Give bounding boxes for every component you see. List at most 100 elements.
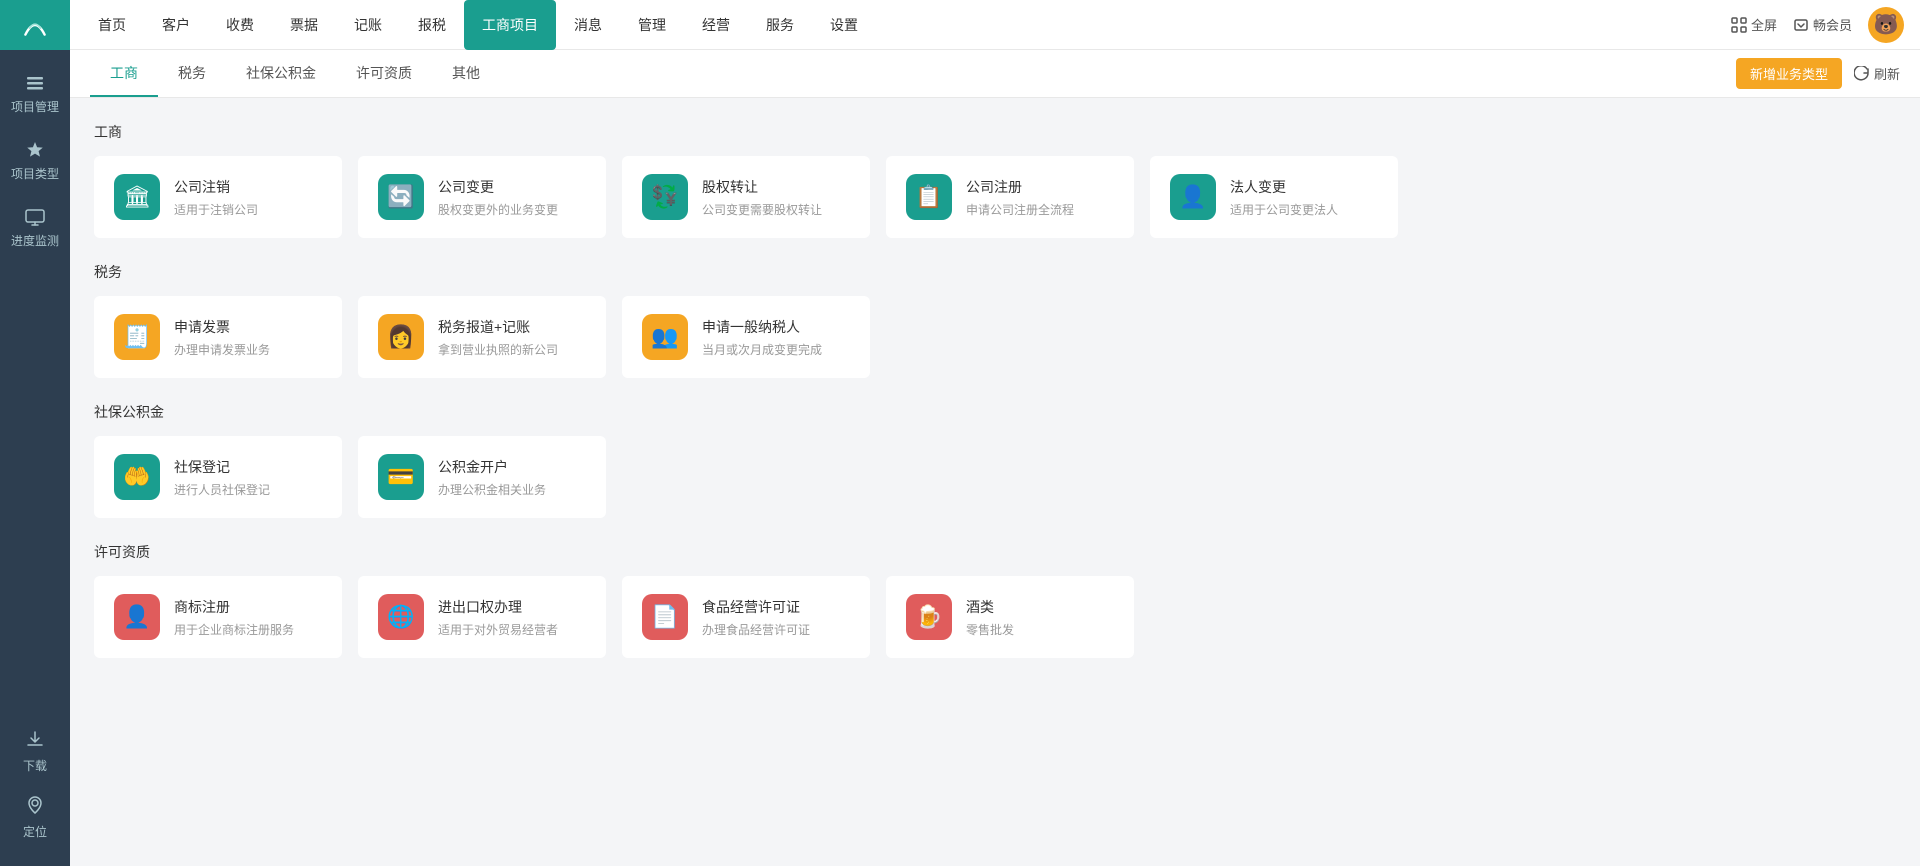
card-公积金开户[interactable]: 💳 公积金开户 办理公积金相关业务 <box>358 436 606 518</box>
nav-item-收费[interactable]: 收费 <box>208 0 272 50</box>
card-title: 公积金开户 <box>438 457 546 477</box>
tab-工商[interactable]: 工商 <box>90 50 158 97</box>
nav-item-票据[interactable]: 票据 <box>272 0 336 50</box>
nav-item-服务[interactable]: 服务 <box>748 0 812 50</box>
card-申请一般纳税人[interactable]: 👥 申请一般纳税人 当月或次月成变更完成 <box>622 296 870 378</box>
card-desc: 当月或次月成变更完成 <box>702 341 822 358</box>
card-title: 商标注册 <box>174 597 294 617</box>
card-公司注销[interactable]: 🏛 公司注销 适用于注销公司 <box>94 156 342 238</box>
top-nav: 首页客户收费票据记账报税工商项目消息管理经营服务设置 全屏 畅会员 🐻 <box>0 0 1920 50</box>
card-desc: 申请公司注册全流程 <box>966 201 1074 218</box>
card-申请发票[interactable]: 🧾 申请发票 办理申请发票业务 <box>94 296 342 378</box>
section-title-税务: 税务 <box>94 262 1896 282</box>
card-title: 申请发票 <box>174 317 270 337</box>
nav-item-首页[interactable]: 首页 <box>80 0 144 50</box>
card-icon: 🔄 <box>378 174 424 220</box>
card-icon: 💳 <box>378 454 424 500</box>
section-title-社保公积金: 社保公积金 <box>94 402 1896 422</box>
card-商标注册[interactable]: 👤 商标注册 用于企业商标注册服务 <box>94 576 342 658</box>
nav-item-报税[interactable]: 报税 <box>400 0 464 50</box>
nav-item-经营[interactable]: 经营 <box>684 0 748 50</box>
location-icon <box>24 794 46 819</box>
refresh-label: 刷新 <box>1874 64 1900 83</box>
card-法人变更[interactable]: 👤 法人变更 适用于公司变更法人 <box>1150 156 1398 238</box>
card-icon: 👥 <box>642 314 688 360</box>
content-area: 工商税务社保公积金许可资质其他 新增业务类型 刷新 工商 🏛 公司注销 适用于注… <box>70 50 1920 866</box>
card-icon: 🏛 <box>114 174 160 220</box>
fullscreen-label: 全屏 <box>1751 15 1777 34</box>
card-title: 社保登记 <box>174 457 270 477</box>
card-进出口权办理[interactable]: 🌐 进出口权办理 适用于对外贸易经营者 <box>358 576 606 658</box>
card-desc: 办理食品经营许可证 <box>702 621 810 638</box>
nav-items: 首页客户收费票据记账报税工商项目消息管理经营服务设置 <box>70 0 1731 50</box>
sidebar-item-进度监测[interactable]: 进度监测 <box>0 194 70 261</box>
refresh-button[interactable]: 刷新 <box>1854 64 1900 83</box>
section-title-工商: 工商 <box>94 122 1896 142</box>
nav-item-客户[interactable]: 客户 <box>144 0 208 50</box>
card-公司注册[interactable]: 📋 公司注册 申请公司注册全流程 <box>886 156 1134 238</box>
card-desc: 股权变更外的业务变更 <box>438 201 558 218</box>
nav-item-工商项目[interactable]: 工商项目 <box>464 0 556 50</box>
sidebar-bottom-item-定位[interactable]: 定位 <box>0 784 70 850</box>
sidebar-bottom-item-下载[interactable]: 下载 <box>0 718 70 784</box>
scroll-area[interactable]: 工商 🏛 公司注销 适用于注销公司 🔄 公司变更 股权变更外的业务变更 💱 股权… <box>70 98 1920 866</box>
cards-grid-工商: 🏛 公司注销 适用于注销公司 🔄 公司变更 股权变更外的业务变更 💱 股权转让 … <box>94 156 1896 238</box>
cards-grid-许可资质: 👤 商标注册 用于企业商标注册服务 🌐 进出口权办理 适用于对外贸易经营者 📄 … <box>94 576 1896 658</box>
card-税务报道+记账[interactable]: 👩 税务报道+记账 拿到营业执照的新公司 <box>358 296 606 378</box>
card-desc: 适用于公司变更法人 <box>1230 201 1338 218</box>
card-title: 股权转让 <box>702 177 822 197</box>
list-icon <box>24 72 46 94</box>
card-desc: 拿到营业执照的新公司 <box>438 341 558 358</box>
sidebar-label: 进度监测 <box>11 232 59 249</box>
card-股权转让[interactable]: 💱 股权转让 公司变更需要股权转让 <box>622 156 870 238</box>
tab-bar-right: 新增业务类型 刷新 <box>1736 58 1900 89</box>
card-title: 法人变更 <box>1230 177 1338 197</box>
fullscreen-button[interactable]: 全屏 <box>1731 15 1777 34</box>
card-食品经营许可证[interactable]: 📄 食品经营许可证 办理食品经营许可证 <box>622 576 870 658</box>
card-desc: 办理公积金相关业务 <box>438 481 546 498</box>
card-desc: 零售批发 <box>966 621 1014 638</box>
star-icon <box>24 139 46 161</box>
tab-许可资质[interactable]: 许可资质 <box>336 50 432 97</box>
sidebar-item-项目类型[interactable]: 项目类型 <box>0 127 70 194</box>
logo[interactable] <box>0 0 70 50</box>
card-title: 申请一般纳税人 <box>702 317 822 337</box>
add-business-type-button[interactable]: 新增业务类型 <box>1736 58 1842 89</box>
card-icon: 👤 <box>114 594 160 640</box>
card-desc: 用于企业商标注册服务 <box>174 621 294 638</box>
sidebar-label: 项目管理 <box>11 98 59 115</box>
card-desc: 办理申请发票业务 <box>174 341 270 358</box>
card-title: 公司注册 <box>966 177 1074 197</box>
nav-item-设置[interactable]: 设置 <box>812 0 876 50</box>
card-title: 食品经营许可证 <box>702 597 810 617</box>
download-icon <box>24 728 46 753</box>
tab-税务[interactable]: 税务 <box>158 50 226 97</box>
tab-其他[interactable]: 其他 <box>432 50 500 97</box>
sidebar-label: 项目类型 <box>11 165 59 182</box>
nav-item-消息[interactable]: 消息 <box>556 0 620 50</box>
nav-item-记账[interactable]: 记账 <box>336 0 400 50</box>
nav-item-管理[interactable]: 管理 <box>620 0 684 50</box>
sidebar: 项目管理项目类型进度监测下载定位 <box>0 50 70 866</box>
card-title: 进出口权办理 <box>438 597 558 617</box>
member-label: 畅会员 <box>1813 15 1852 34</box>
section-title-许可资质: 许可资质 <box>94 542 1896 562</box>
monitor-icon <box>24 206 46 228</box>
tab-bar-left: 工商税务社保公积金许可资质其他 <box>90 50 500 97</box>
card-icon: 🧾 <box>114 314 160 360</box>
tab-社保公积金[interactable]: 社保公积金 <box>226 50 336 97</box>
card-title: 酒类 <box>966 597 1014 617</box>
card-desc: 公司变更需要股权转让 <box>702 201 822 218</box>
card-title: 公司变更 <box>438 177 558 197</box>
card-icon: 🌐 <box>378 594 424 640</box>
member-button[interactable]: 畅会员 <box>1793 15 1852 34</box>
avatar[interactable]: 🐻 <box>1868 7 1904 43</box>
card-公司变更[interactable]: 🔄 公司变更 股权变更外的业务变更 <box>358 156 606 238</box>
card-酒类[interactable]: 🍺 酒类 零售批发 <box>886 576 1134 658</box>
card-icon: 👤 <box>1170 174 1216 220</box>
card-社保登记[interactable]: 🤲 社保登记 进行人员社保登记 <box>94 436 342 518</box>
card-title: 税务报道+记账 <box>438 317 558 337</box>
cards-grid-税务: 🧾 申请发票 办理申请发票业务 👩 税务报道+记账 拿到营业执照的新公司 👥 申… <box>94 296 1896 378</box>
card-desc: 适用于对外贸易经营者 <box>438 621 558 638</box>
sidebar-item-项目管理[interactable]: 项目管理 <box>0 60 70 127</box>
